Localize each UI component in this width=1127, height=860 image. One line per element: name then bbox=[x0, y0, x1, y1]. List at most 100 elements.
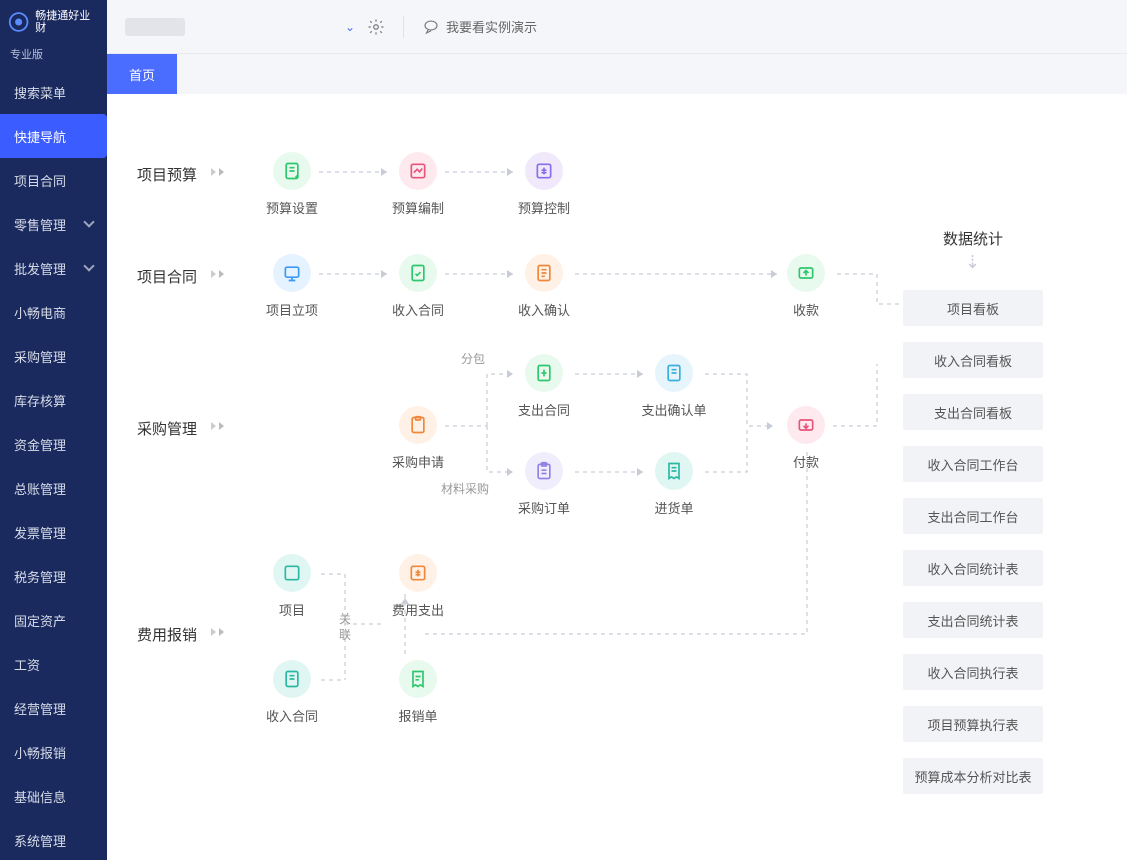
sidebar-item-label: 小畅报销 bbox=[14, 743, 66, 762]
stats-title: 数据统计 bbox=[943, 228, 1003, 249]
sidebar-item-6[interactable]: 采购管理 bbox=[0, 334, 107, 378]
stat-button-5[interactable]: 收入合同统计表 bbox=[903, 550, 1043, 586]
demo-link[interactable]: 我要看实例演示 bbox=[422, 17, 537, 36]
node-fee-out[interactable]: 费用支出 bbox=[383, 554, 453, 619]
doc-icon bbox=[273, 660, 311, 698]
node-goods-in[interactable]: 进货单 bbox=[639, 452, 709, 517]
sidebar-item-8[interactable]: 资金管理 bbox=[0, 422, 107, 466]
sidebar-item-12[interactable]: 固定资产 bbox=[0, 598, 107, 642]
wallet-in-icon bbox=[787, 254, 825, 292]
sidebar-item-0[interactable]: 搜索菜单 bbox=[0, 70, 107, 114]
stat-button-9[interactable]: 预算成本分析对比表 bbox=[903, 758, 1043, 794]
sidebar-item-7[interactable]: 库存核算 bbox=[0, 378, 107, 422]
arrow-icon bbox=[211, 270, 224, 278]
node-purchase-req[interactable]: 采购申请 bbox=[383, 406, 453, 471]
sidebar-menu: 搜索菜单快捷导航项目合同零售管理批发管理小畅电商采购管理库存核算资金管理总账管理… bbox=[0, 70, 107, 860]
node-reimburse[interactable]: 报销单 bbox=[383, 660, 453, 725]
node-income-contract[interactable]: 收入合同 bbox=[383, 254, 453, 319]
node-income-contract2[interactable]: 收入合同 bbox=[257, 660, 327, 725]
node-proj-init[interactable]: 项目立项 bbox=[257, 254, 327, 319]
sidebar-item-label: 快捷导航 bbox=[14, 127, 66, 146]
gear-icon[interactable] bbox=[367, 18, 385, 36]
org-selector[interactable]: ⌄ bbox=[125, 18, 355, 36]
sidebar-item-1[interactable]: 快捷导航 bbox=[0, 114, 107, 158]
node-budget-setup[interactable]: 预算设置 bbox=[257, 152, 327, 217]
wallet-out-icon bbox=[787, 406, 825, 444]
node-income-confirm[interactable]: 收入确认 bbox=[509, 254, 579, 319]
sidebar-item-5[interactable]: 小畅电商 bbox=[0, 290, 107, 334]
stat-button-4[interactable]: 支出合同工作台 bbox=[903, 498, 1043, 534]
list-icon bbox=[273, 554, 311, 592]
node-purchase-order[interactable]: 采购订单 bbox=[509, 452, 579, 517]
stat-button-6[interactable]: 支出合同统计表 bbox=[903, 602, 1043, 638]
stat-button-8[interactable]: 项目预算执行表 bbox=[903, 706, 1043, 742]
sidebar-item-label: 项目合同 bbox=[14, 171, 66, 190]
arrow-icon bbox=[211, 168, 224, 176]
doc-money-icon bbox=[525, 354, 563, 392]
node-receive[interactable]: 收款 bbox=[771, 254, 841, 319]
sidebar-item-label: 基础信息 bbox=[14, 787, 66, 806]
node-project[interactable]: 项目 bbox=[257, 554, 327, 619]
sidebar-item-3[interactable]: 零售管理 bbox=[0, 202, 107, 246]
node-pay[interactable]: 付款 bbox=[771, 406, 841, 471]
receipt-icon bbox=[655, 452, 693, 490]
arrow-down-icon: ⇣ bbox=[965, 252, 980, 273]
sidebar-item-9[interactable]: 总账管理 bbox=[0, 466, 107, 510]
stat-button-3[interactable]: 收入合同工作台 bbox=[903, 446, 1043, 482]
brand-edition: 专业版 bbox=[0, 44, 107, 70]
node-budget-edit[interactable]: 预算编制 bbox=[383, 152, 453, 217]
arrow-icon bbox=[211, 422, 224, 430]
section-contract: 项目合同 bbox=[137, 266, 197, 287]
sidebar-item-label: 系统管理 bbox=[14, 831, 66, 850]
sidebar-item-label: 工资 bbox=[14, 655, 40, 674]
sidebar-item-4[interactable]: 批发管理 bbox=[0, 246, 107, 290]
speech-icon bbox=[422, 18, 440, 36]
sidebar: 畅捷通好业财 专业版 搜索菜单快捷导航项目合同零售管理批发管理小畅电商采购管理库… bbox=[0, 0, 107, 860]
node-expense-confirm[interactable]: 支出确认单 bbox=[639, 354, 709, 419]
brand-name: 畅捷通好业财 bbox=[35, 10, 99, 34]
chevron-down-icon bbox=[83, 216, 94, 227]
sidebar-item-label: 批发管理 bbox=[14, 259, 66, 278]
stat-button-2[interactable]: 支出合同看板 bbox=[903, 394, 1043, 430]
sidebar-item-16[interactable]: 基础信息 bbox=[0, 774, 107, 818]
clipboard-icon bbox=[525, 452, 563, 490]
stat-button-0[interactable]: 项目看板 bbox=[903, 290, 1043, 326]
mini-material: 材料采购 bbox=[441, 480, 489, 497]
brand-logo: 畅捷通好业财 bbox=[0, 0, 107, 44]
chevron-down-icon: ⌄ bbox=[345, 20, 355, 34]
arrow-icon bbox=[211, 628, 224, 636]
stat-button-1[interactable]: 收入合同看板 bbox=[903, 342, 1043, 378]
sidebar-item-label: 零售管理 bbox=[14, 215, 66, 234]
sidebar-item-label: 搜索菜单 bbox=[14, 83, 66, 102]
tab-bar: 首页 bbox=[107, 54, 1127, 94]
sidebar-item-label: 库存核算 bbox=[14, 391, 66, 410]
section-expense: 费用报销 bbox=[137, 624, 197, 645]
sidebar-item-14[interactable]: 经营管理 bbox=[0, 686, 107, 730]
doc-plus-icon bbox=[273, 152, 311, 190]
tab-home[interactable]: 首页 bbox=[107, 54, 177, 94]
sidebar-item-15[interactable]: 小畅报销 bbox=[0, 730, 107, 774]
chart-icon bbox=[399, 152, 437, 190]
doc-check-icon bbox=[399, 254, 437, 292]
sidebar-item-label: 小畅电商 bbox=[14, 303, 66, 322]
receipt-icon bbox=[399, 660, 437, 698]
doc-icon bbox=[655, 354, 693, 392]
sidebar-item-2[interactable]: 项目合同 bbox=[0, 158, 107, 202]
sidebar-item-label: 资金管理 bbox=[14, 435, 66, 454]
sidebar-item-label: 总账管理 bbox=[14, 479, 66, 498]
sidebar-item-13[interactable]: 工资 bbox=[0, 642, 107, 686]
form-icon bbox=[399, 406, 437, 444]
stat-button-7[interactable]: 收入合同执行表 bbox=[903, 654, 1043, 690]
node-budget-ctrl[interactable]: 预算控制 bbox=[509, 152, 579, 217]
screen-icon bbox=[273, 254, 311, 292]
sidebar-item-11[interactable]: 税务管理 bbox=[0, 554, 107, 598]
doc-icon bbox=[525, 254, 563, 292]
section-budget: 项目预算 bbox=[137, 164, 197, 185]
section-purchase: 采购管理 bbox=[137, 418, 197, 439]
node-expense-contract[interactable]: 支出合同 bbox=[509, 354, 579, 419]
mini-relate2: 联 bbox=[339, 626, 351, 643]
org-name-placeholder bbox=[125, 18, 185, 36]
sidebar-item-17[interactable]: 系统管理 bbox=[0, 818, 107, 860]
sidebar-item-10[interactable]: 发票管理 bbox=[0, 510, 107, 554]
currency-icon bbox=[525, 152, 563, 190]
